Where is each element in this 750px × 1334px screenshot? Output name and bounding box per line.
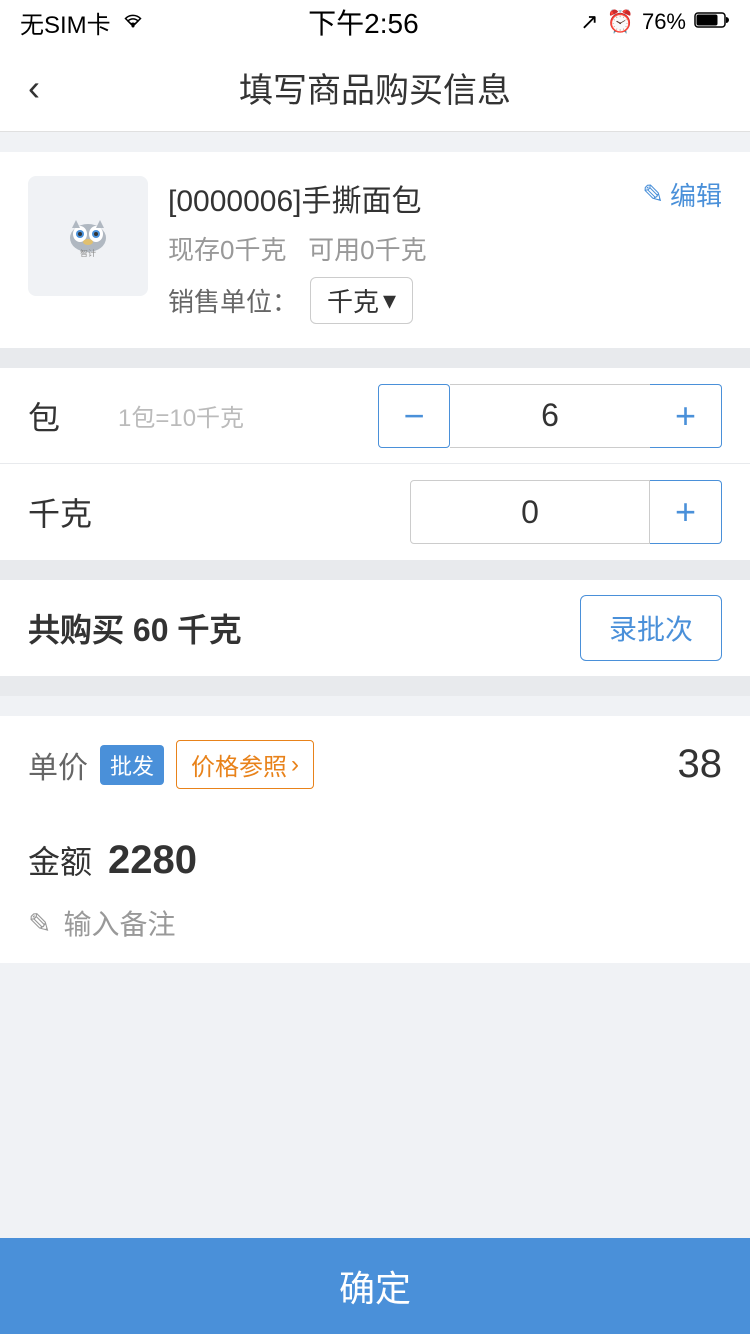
divider-3 <box>0 676 750 696</box>
battery-text: 76% <box>642 9 686 35</box>
status-right: ↗ ⏰ 76% <box>580 9 730 35</box>
product-image: 智计 <box>28 176 148 296</box>
dropdown-icon: ▾ <box>383 285 396 316</box>
total-quantity: 60 <box>133 612 169 648</box>
product-card: 智计 [0000006]手撕面包 ✎ 编辑 现存0千克 可用0千克 销售单位： … <box>0 152 750 348</box>
product-unit-row: 销售单位： 千克 ▾ <box>168 277 722 324</box>
price-tag-batch: 批发 <box>100 745 164 785</box>
confirm-button-label: 确定 <box>339 1260 411 1312</box>
total-row: 共购买 60 千克 录批次 <box>0 580 750 676</box>
alarm-icon: ⏰ <box>607 9 634 35</box>
confirm-button-area[interactable]: 确定 <box>0 1238 750 1334</box>
wifi-icon <box>119 8 147 37</box>
bag-quantity-input[interactable] <box>450 384 650 448</box>
kg-input-row: 千克 + <box>0 464 750 560</box>
edit-icon: ✎ <box>642 179 664 210</box>
back-button[interactable]: ‹ <box>28 67 40 109</box>
divider-2 <box>0 560 750 580</box>
price-label: 单价 批发 价格参照 › <box>28 740 314 789</box>
price-ref-button[interactable]: 价格参照 › <box>176 740 314 789</box>
price-value: 38 <box>678 742 723 787</box>
amount-value: 2280 <box>108 838 197 883</box>
kg-increment-button[interactable]: + <box>650 480 722 544</box>
nav-bar: ‹ 填写商品购买信息 <box>0 44 750 132</box>
remark-pencil-icon: ✎ <box>28 907 51 940</box>
remark-row[interactable]: ✎ 输入备注 <box>28 903 722 963</box>
price-ref-arrow: › <box>291 751 299 779</box>
bag-label: 包 <box>28 393 108 439</box>
page-title: 填写商品购买信息 <box>239 63 511 112</box>
status-bar: 无SIM卡 下午2:56 ↗ ⏰ 76% <box>0 0 750 44</box>
carrier-text: 无SIM卡 <box>20 5 111 40</box>
bag-input-control: − + <box>378 384 722 448</box>
bag-decrement-button[interactable]: − <box>378 384 450 448</box>
amount-row: 金额 2280 <box>28 837 722 883</box>
bag-hint: 1包=10千克 <box>118 398 378 433</box>
status-time: 下午2:56 <box>308 2 419 42</box>
kg-quantity-input[interactable] <box>410 480 650 544</box>
battery-icon <box>694 9 730 35</box>
unit-select[interactable]: 千克 ▾ <box>310 277 413 324</box>
minus-icon: − <box>403 395 424 437</box>
product-info: [0000006]手撕面包 ✎ 编辑 现存0千克 可用0千克 销售单位： 千克 … <box>168 176 722 324</box>
price-section: 单价 批发 价格参照 › 38 <box>0 716 750 813</box>
kg-label: 千克 <box>28 489 108 535</box>
kg-plus-icon: + <box>675 491 696 533</box>
total-text: 共购买 60 千克 <box>28 605 241 651</box>
svg-text:智计: 智计 <box>80 248 96 258</box>
remark-placeholder[interactable]: 输入备注 <box>63 903 175 943</box>
empty-area <box>0 963 750 1263</box>
input-section: 包 1包=10千克 − + 千克 + <box>0 368 750 560</box>
status-left: 无SIM卡 <box>20 5 147 40</box>
kg-input-control: + <box>410 480 722 544</box>
amount-label: 金额 <box>28 837 92 883</box>
plus-icon: + <box>675 395 696 437</box>
location-icon: ↗ <box>580 9 598 35</box>
product-name: [0000006]手撕面包 <box>168 176 421 220</box>
divider-1 <box>0 348 750 368</box>
batch-button[interactable]: 录批次 <box>580 595 722 661</box>
bag-input-row: 包 1包=10千克 − + <box>0 368 750 464</box>
edit-button[interactable]: ✎ 编辑 <box>642 176 722 213</box>
amount-section: 金额 2280 ✎ 输入备注 <box>0 813 750 963</box>
product-stock: 现存0千克 可用0千克 <box>168 230 722 267</box>
price-row: 单价 批发 价格参照 › 38 <box>28 740 722 789</box>
bag-increment-button[interactable]: + <box>650 384 722 448</box>
